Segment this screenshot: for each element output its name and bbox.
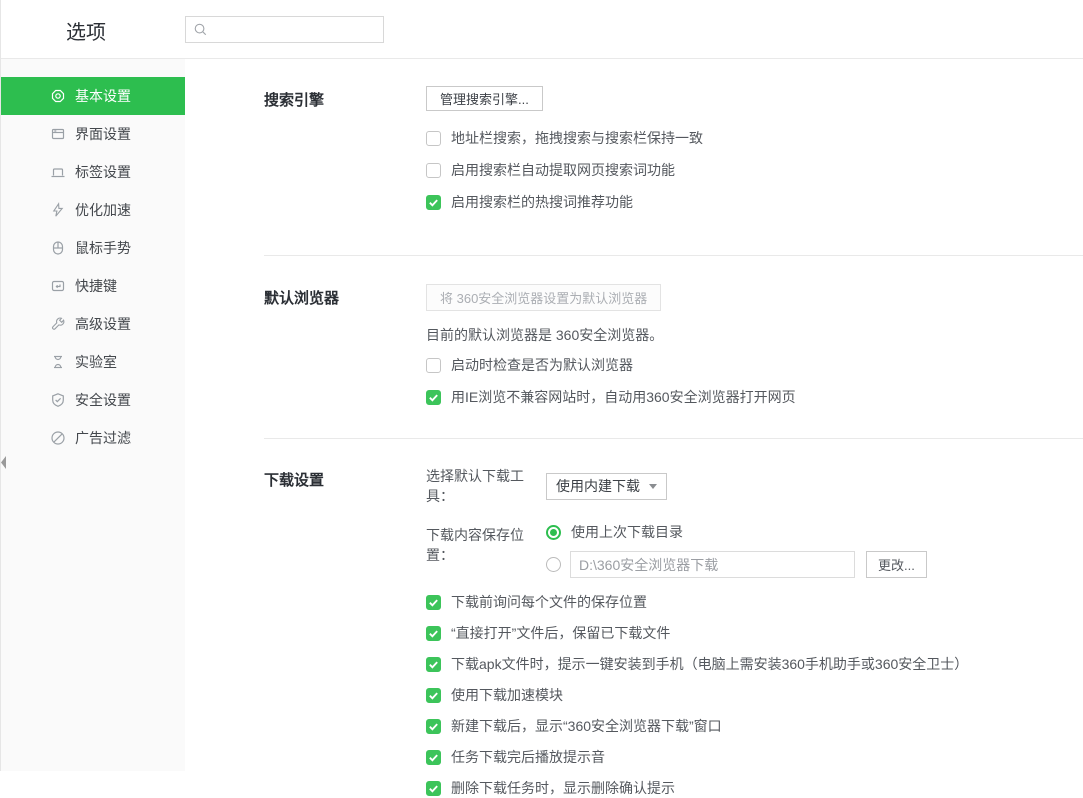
checkbox-addressbar-search-sync[interactable] (426, 131, 441, 146)
sidebar-item-security-settings[interactable]: 安全设置 (1, 381, 185, 419)
radio-row-fixed-dir: 更改... (546, 551, 927, 578)
chevron-down-icon (649, 484, 657, 489)
checkbox-keep-opened-files[interactable] (426, 626, 441, 641)
change-path-button[interactable]: 更改... (866, 551, 927, 578)
checkbox-row: 新建下载后，显示“360安全浏览器下载”窗口 (426, 718, 1083, 734)
sidebar-item-label: 安全设置 (75, 390, 131, 410)
checkbox-row: 用IE浏览不兼容网站时，自动用360安全浏览器打开网页 (426, 389, 1083, 405)
checkbox-label: 地址栏搜索，拖拽搜索与搜索栏保持一致 (451, 128, 703, 148)
checkbox-label: 下载前询问每个文件的保存位置 (451, 592, 647, 612)
section-title: 搜索引擎 (264, 86, 426, 210)
checkbox-label: 启用搜索栏自动提取网页搜索词功能 (451, 160, 675, 180)
tab-icon (49, 164, 66, 181)
radio-use-last-download-dir[interactable] (546, 525, 561, 540)
checkbox-label: 用IE浏览不兼容网站时，自动用360安全浏览器打开网页 (451, 387, 796, 407)
window-icon (49, 126, 66, 143)
checkbox-label: 使用下载加速模块 (451, 685, 563, 705)
checkbox-show-download-window[interactable] (426, 719, 441, 734)
default-browser-status: 目前的默认浏览器是 360安全浏览器。 (426, 325, 1083, 341)
sidebar-item-label: 快捷键 (75, 276, 117, 296)
sidebar-item-label: 鼠标手势 (75, 238, 131, 258)
section-download-settings: 下载设置 选择默认下载工具： 使用内建下载 下载内容保存位置： 使用上次下载目录 (185, 439, 1083, 796)
sidebar-item-label: 基本设置 (75, 86, 131, 106)
page-title: 选项 (66, 16, 106, 45)
hourglass-icon (49, 354, 66, 371)
checkbox-row: 使用下载加速模块 (426, 687, 1083, 703)
checkbox-label: 下载apk文件时，提示一键安装到手机（电脑上需安装360手机助手或360安全卫士… (451, 654, 968, 674)
radio-use-fixed-download-dir[interactable] (546, 557, 561, 572)
checkbox-apk-install-prompt[interactable] (426, 657, 441, 672)
section-title: 下载设置 (264, 466, 426, 796)
checkbox-row: 启用搜索栏自动提取网页搜索词功能 (426, 162, 1083, 178)
sidebar-item-ad-filter[interactable]: 广告过滤 (1, 419, 185, 457)
checkbox-label: “直接打开”文件后，保留已下载文件 (451, 623, 670, 643)
gear-icon (49, 88, 66, 105)
sidebar-item-label: 高级设置 (75, 314, 131, 334)
sidebar-item-label: 优化加速 (75, 200, 131, 220)
download-tool-selected-value: 使用内建下载 (556, 476, 640, 496)
sidebar-item-basic-settings[interactable]: 基本设置 (1, 77, 185, 115)
checkbox-label: 新建下载后，显示“360安全浏览器下载”窗口 (451, 716, 722, 736)
block-icon (49, 430, 66, 447)
checkbox-label: 任务下载完后播放提示音 (451, 747, 605, 767)
checkbox-row: 下载前询问每个文件的保存位置 (426, 594, 1083, 610)
download-tool-label: 选择默认下载工具： (426, 466, 546, 506)
set-default-browser-button[interactable]: 将 360安全浏览器设置为默认浏览器 (426, 284, 661, 311)
checkbox-auto-extract-search-terms[interactable] (426, 163, 441, 178)
manage-search-engines-button[interactable]: 管理搜索引擎... (426, 86, 543, 111)
radio-row-last-dir: 使用上次下载目录 (546, 524, 927, 540)
download-location-label: 下载内容保存位置： (426, 524, 546, 578)
checkbox-confirm-on-delete-task[interactable] (426, 781, 441, 796)
checkbox-ie-incompatible-open-360[interactable] (426, 390, 441, 405)
download-options-list: 下载前询问每个文件的保存位置 “直接打开”文件后，保留已下载文件 下载apk文件… (426, 594, 1083, 796)
settings-search-input[interactable] (185, 16, 384, 43)
search-icon (193, 22, 208, 37)
download-tool-row: 选择默认下载工具： 使用内建下载 (426, 466, 1083, 506)
checkbox-label: 删除下载任务时，显示删除确认提示 (451, 778, 675, 798)
checkbox-row: 启动时检查是否为默认浏览器 (426, 357, 1083, 373)
checkbox-check-default-on-startup[interactable] (426, 358, 441, 373)
sidebar-item-label: 实验室 (75, 352, 117, 372)
checkbox-hot-search-suggestions[interactable] (426, 195, 441, 210)
section-search-engine: 搜索引擎 管理搜索引擎... 地址栏搜索，拖拽搜索与搜索栏保持一致 启用搜索栏自… (185, 59, 1083, 255)
checkbox-label: 启用搜索栏的热搜词推荐功能 (451, 192, 633, 212)
wrench-icon (49, 316, 66, 333)
checkbox-row: 下载apk文件时，提示一键安装到手机（电脑上需安装360手机助手或360安全卫士… (426, 656, 1083, 672)
download-location-row: 下载内容保存位置： 使用上次下载目录 更改... (426, 524, 1083, 578)
sidebar-item-tab-settings[interactable]: 标签设置 (1, 153, 185, 191)
section-title: 默认浏览器 (264, 284, 426, 405)
checkbox-row: 启用搜索栏的热搜词推荐功能 (426, 194, 1083, 210)
section-default-browser: 默认浏览器 将 360安全浏览器设置为默认浏览器 目前的默认浏览器是 360安全… (185, 256, 1083, 438)
options-header: 选项 (1, 0, 1083, 59)
checkbox-label: 启动时检查是否为默认浏览器 (451, 355, 633, 375)
sidebar-item-label: 界面设置 (75, 124, 131, 144)
hotkey-icon (49, 278, 66, 295)
checkbox-ask-save-location[interactable] (426, 595, 441, 610)
checkbox-play-sound-on-complete[interactable] (426, 750, 441, 765)
sidebar-item-advanced-settings[interactable]: 高级设置 (1, 305, 185, 343)
checkbox-download-acceleration[interactable] (426, 688, 441, 703)
mouse-icon (49, 240, 66, 257)
download-tool-dropdown[interactable]: 使用内建下载 (546, 473, 667, 500)
checkbox-row: “直接打开”文件后，保留已下载文件 (426, 625, 1083, 641)
sidebar-item-laboratory[interactable]: 实验室 (1, 343, 185, 381)
sidebar-item-label: 广告过滤 (75, 428, 131, 448)
settings-sidebar: 基本设置 界面设置 标签设置 优化加速 鼠标手势 快捷键 高级设 (1, 59, 185, 771)
sidebar-item-interface-settings[interactable]: 界面设置 (1, 115, 185, 153)
lightning-icon (49, 202, 66, 219)
sidebar-item-optimize-speed[interactable]: 优化加速 (1, 191, 185, 229)
checkbox-row: 删除下载任务时，显示删除确认提示 (426, 780, 1083, 796)
checkbox-row: 地址栏搜索，拖拽搜索与搜索栏保持一致 (426, 130, 1083, 146)
shield-check-icon (49, 392, 66, 409)
sidebar-item-hotkeys[interactable]: 快捷键 (1, 267, 185, 305)
checkbox-row: 任务下载完后播放提示音 (426, 749, 1083, 765)
settings-content: 搜索引擎 管理搜索引擎... 地址栏搜索，拖拽搜索与搜索栏保持一致 启用搜索栏自… (185, 59, 1083, 796)
sidebar-item-label: 标签设置 (75, 162, 131, 182)
sidebar-item-mouse-gestures[interactable]: 鼠标手势 (1, 229, 185, 267)
download-path-input[interactable] (570, 551, 855, 578)
radio-label: 使用上次下载目录 (571, 522, 683, 542)
